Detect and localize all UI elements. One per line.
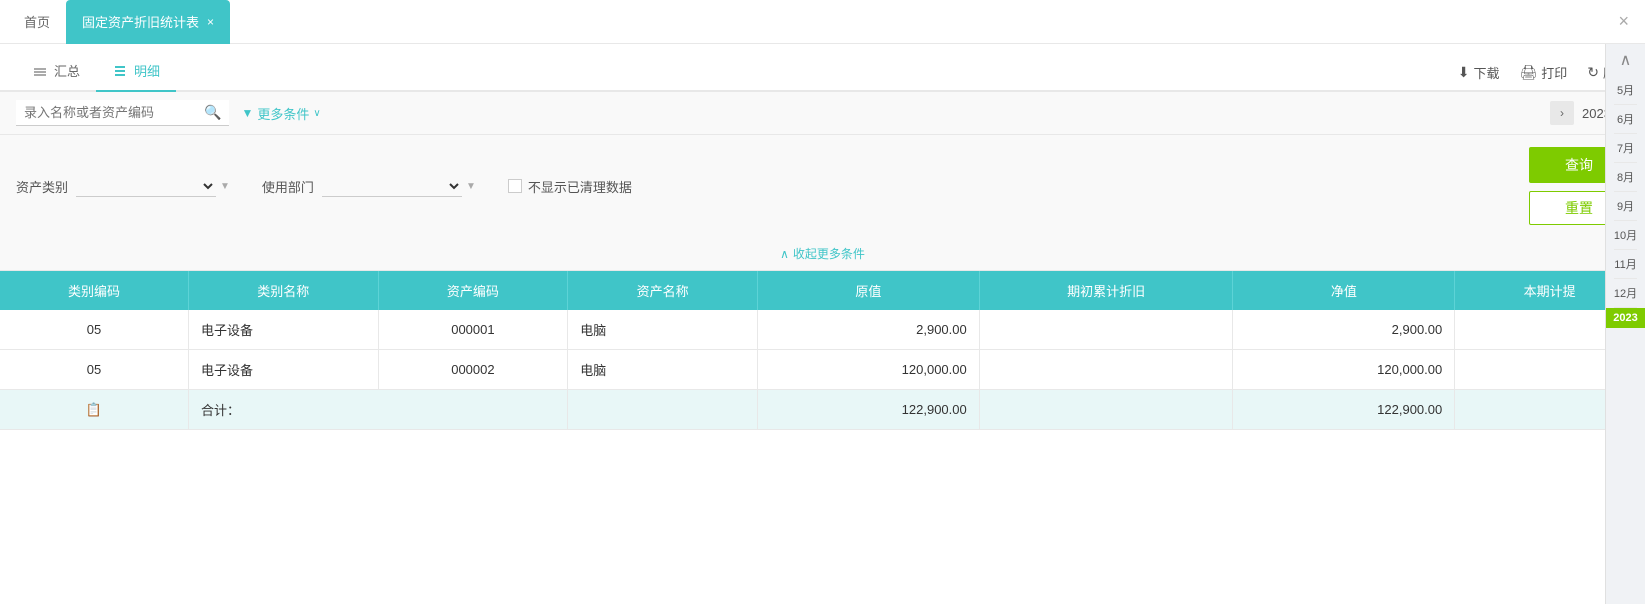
table-row[interactable]: 05 电子设备 000002 电脑 120,000.00 120,000.00 [0, 350, 1645, 390]
home-tab[interactable]: 首页 [16, 8, 58, 35]
tab-detail[interactable]: 明细 [96, 51, 176, 92]
table-row[interactable]: 05 电子设备 000001 电脑 2,900.00 2,900.00 [0, 310, 1645, 350]
tab-close-btn[interactable]: × [207, 15, 214, 29]
table-body: 05 电子设备 000001 电脑 2,900.00 2,900.00 05 电… [0, 310, 1645, 430]
download-btn[interactable]: ⬇ 下载 [1458, 63, 1500, 82]
sidebar-month-item[interactable]: 6月 [1614, 105, 1637, 134]
summary-original-value: 122,900.00 [757, 390, 979, 430]
cell-category-name: 电子设备 [188, 350, 378, 390]
top-nav: 首页 固定资产折旧统计表 × × [0, 0, 1645, 44]
table-header-row: 类别编码 类别名称 资产编码 资产名称 原值 期初累计折旧 净值 本期计提 [0, 271, 1645, 310]
cell-category-name: 电子设备 [188, 310, 378, 350]
chevron-down-icon: ∨ [313, 108, 320, 119]
col-category-name: 类别名称 [188, 271, 378, 310]
data-table: 类别编码 类别名称 资产编码 资产名称 原值 期初累计折旧 净值 本期计提 05… [0, 271, 1645, 430]
sidebar-months: 5月6月7月8月9月10月11月12月 [1614, 76, 1637, 308]
summary-icon-cell: 📋 [0, 390, 188, 430]
download-icon: ⬇ [1458, 64, 1470, 81]
summary-net-value: 122,900.00 [1233, 390, 1455, 430]
tab-bar: 汇总 明细 ⬇ 下载 🖨 打印 ↻ 刷新 [0, 44, 1645, 92]
print-btn[interactable]: 🖨 打印 [1519, 63, 1567, 82]
hide-cleared-label: 不显示已清理数据 [528, 177, 632, 196]
department-field: 使用部门 ▼ [262, 175, 476, 197]
search-wrap[interactable]: 🔍 [16, 100, 229, 126]
cell-original-value: 2,900.00 [757, 310, 979, 350]
sidebar-year-badge[interactable]: 2023 [1606, 308, 1645, 328]
print-label: 打印 [1541, 63, 1567, 82]
right-sidebar: ∧ 5月6月7月8月9月10月11月12月 2023 [1605, 44, 1645, 604]
col-original-value: 原值 [757, 271, 979, 310]
search-input[interactable] [24, 105, 204, 120]
col-category-code: 类别编码 [0, 271, 188, 310]
col-asset-name: 资产名称 [568, 271, 758, 310]
table-wrap: 类别编码 类别名称 资产编码 资产名称 原值 期初累计折旧 净值 本期计提 05… [0, 271, 1645, 604]
col-asset-code: 资产编码 [378, 271, 568, 310]
sidebar-month-item[interactable]: 9月 [1614, 192, 1637, 221]
active-tab[interactable]: 固定资产折旧统计表 × [66, 0, 230, 44]
advanced-filter: 资产类别 ▼ 使用部门 ▼ 不显示已清理数据 查询 重置 [0, 135, 1645, 271]
asset-type-select[interactable] [76, 175, 216, 197]
window-close-btn[interactable]: × [1618, 11, 1629, 32]
department-dropdown-icon: ▼ [466, 181, 476, 192]
department-select[interactable] [322, 175, 462, 197]
expand-arrow-btn[interactable]: › [1550, 101, 1574, 125]
cell-net-value: 120,000.00 [1233, 350, 1455, 390]
layers-icon [32, 63, 48, 79]
filter-row: 资产类别 ▼ 使用部门 ▼ 不显示已清理数据 查询 重置 [16, 147, 1629, 225]
refresh-icon: ↻ [1587, 64, 1599, 81]
cell-asset-name: 电脑 [568, 310, 758, 350]
cell-asset-code: 000002 [378, 350, 568, 390]
tab-detail-label: 明细 [134, 61, 160, 80]
asset-type-label: 资产类别 [16, 177, 68, 196]
sidebar-month-item[interactable]: 12月 [1614, 279, 1637, 308]
department-label: 使用部门 [262, 177, 314, 196]
cell-category-code: 05 [0, 310, 188, 350]
main-content: 汇总 明细 ⬇ 下载 🖨 打印 ↻ 刷新 [0, 44, 1645, 604]
list-icon [112, 63, 128, 79]
asset-type-field: 资产类别 ▼ [16, 175, 230, 197]
filter-bar: 🔍 ▼ 更多条件 ∨ › 2023.01 [0, 92, 1645, 135]
sidebar-month-item[interactable]: 5月 [1614, 76, 1637, 105]
print-icon: 🖨 [1519, 64, 1537, 81]
more-conditions-label: 更多条件 [257, 104, 309, 123]
tab-summary-label: 汇总 [54, 61, 80, 80]
sidebar-scroll-up-btn[interactable]: ∧ [1620, 44, 1632, 76]
more-conditions-btn[interactable]: ▼ 更多条件 ∨ [241, 104, 320, 123]
cell-original-value: 120,000.00 [757, 350, 979, 390]
collapse-label: 收起更多条件 [793, 245, 865, 262]
col-net-value: 净值 [1233, 271, 1455, 310]
filter-icon: ▼ [241, 106, 253, 120]
collapse-bar[interactable]: ∧ 收起更多条件 [16, 237, 1629, 270]
summary-empty1 [568, 390, 758, 430]
download-label: 下载 [1473, 63, 1499, 82]
sidebar-month-item[interactable]: 11月 [1614, 250, 1637, 279]
asset-type-dropdown-icon: ▼ [220, 181, 230, 192]
tab-actions: ⬇ 下载 🖨 打印 ↻ 刷新 [1458, 63, 1629, 90]
cell-asset-name: 电脑 [568, 350, 758, 390]
summary-label-cell: 合计： [188, 390, 567, 430]
cell-asset-code: 000001 [378, 310, 568, 350]
summary-accumulated-dep [979, 390, 1233, 430]
sidebar-month-item[interactable]: 10月 [1614, 221, 1637, 250]
summary-row: 📋 合计： 122,900.00 122,900.00 [0, 390, 1645, 430]
cell-accumulated-dep [979, 350, 1233, 390]
tab-summary[interactable]: 汇总 [16, 51, 96, 92]
sidebar-month-item[interactable]: 8月 [1614, 163, 1637, 192]
active-tab-label: 固定资产折旧统计表 [82, 12, 199, 31]
hide-cleared-checkbox[interactable] [508, 179, 522, 193]
cell-category-code: 05 [0, 350, 188, 390]
cell-net-value: 2,900.00 [1233, 310, 1455, 350]
hide-cleared-wrap: 不显示已清理数据 [508, 177, 632, 196]
col-accumulated-dep: 期初累计折旧 [979, 271, 1233, 310]
search-icon[interactable]: 🔍 [204, 104, 221, 121]
collapse-icon: ∧ [780, 247, 789, 261]
sidebar-month-item[interactable]: 7月 [1614, 134, 1637, 163]
cell-accumulated-dep [979, 310, 1233, 350]
